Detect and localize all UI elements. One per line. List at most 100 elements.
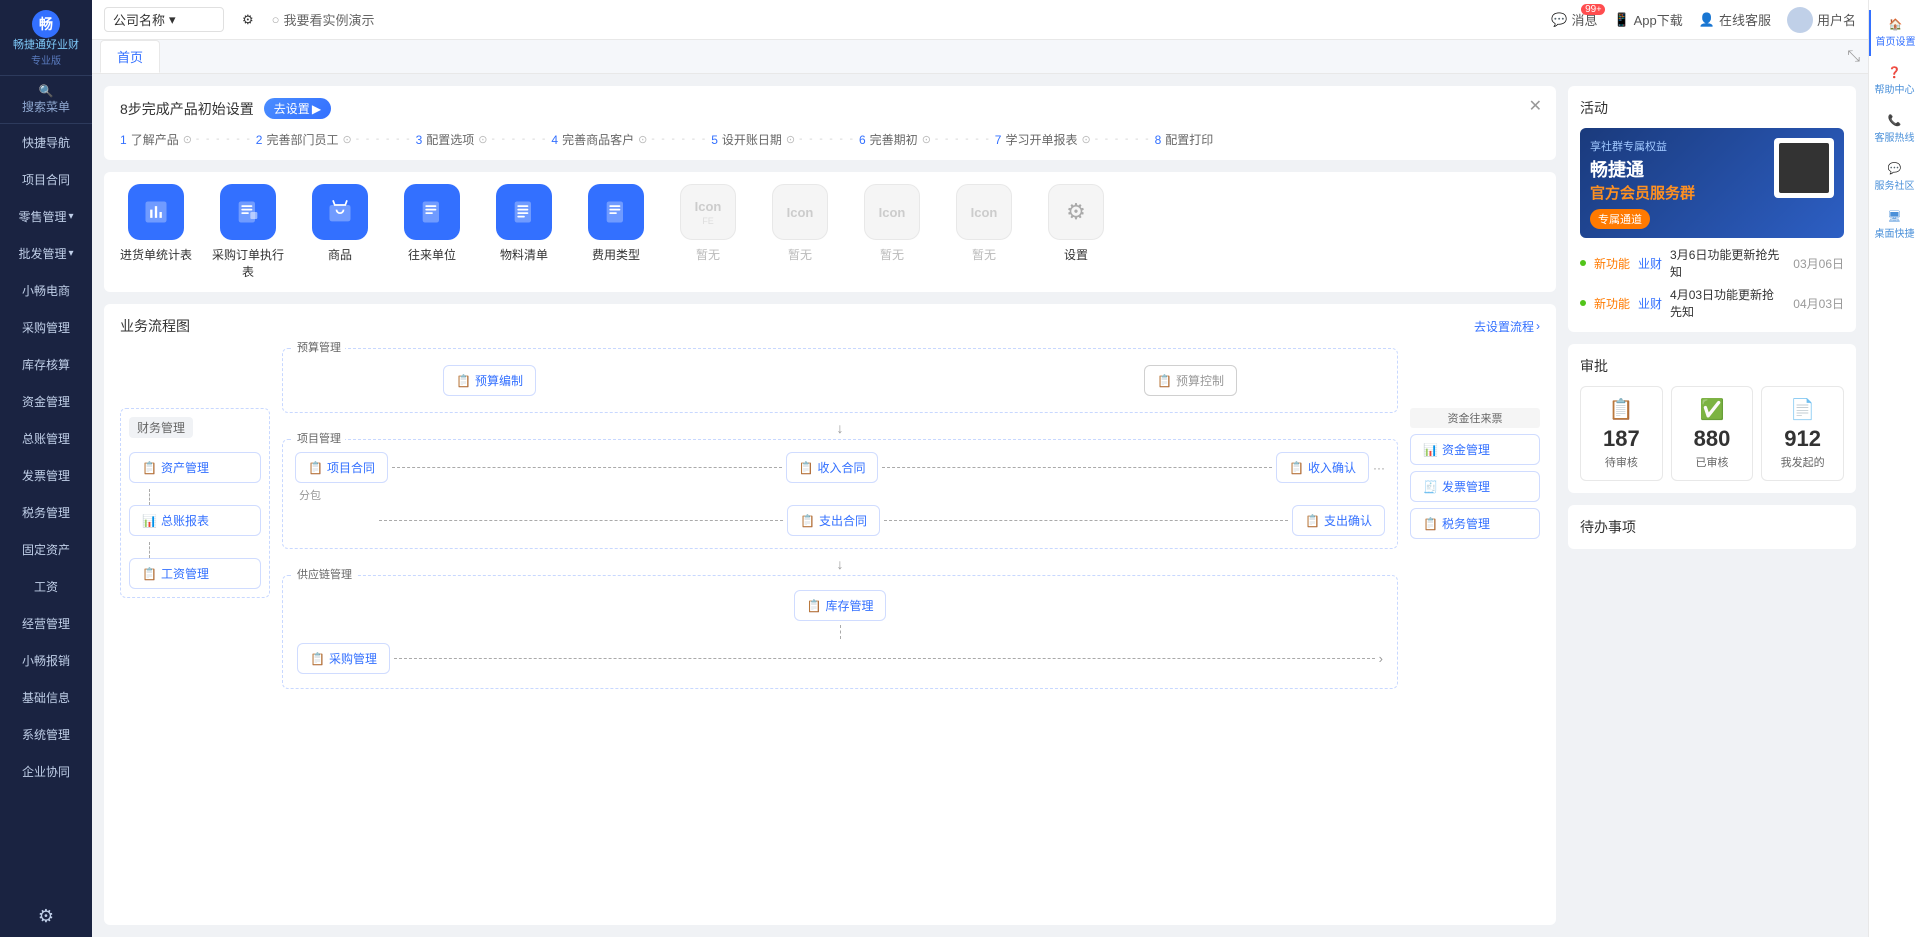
sidebar-settings-button[interactable]: ⚙ — [0, 896, 92, 937]
flow-invoice-manage[interactable]: 🧾 发票管理 — [1410, 471, 1540, 502]
icon-item-contacts[interactable]: 往来单位 — [392, 184, 472, 280]
app-download-button[interactable]: 📱 App下载 — [1613, 10, 1682, 29]
activity-list: 新功能 业财 3月6日功能更新抢先知 03月06日 新功能 业财 4月03日功能… — [1580, 246, 1844, 320]
app-logo-sub: 专业版 — [8, 52, 84, 67]
tax-flow-icon: 📋 — [1423, 517, 1438, 531]
flow-budget-make[interactable]: 📋 预算编制 — [443, 365, 536, 396]
icon-item-empty-1[interactable]: Icon FE 暂无 — [668, 184, 748, 280]
activity-dot-2 — [1580, 300, 1586, 306]
go-settings-button[interactable]: 去设置 ▶ — [264, 98, 331, 119]
sidebar-item-project[interactable]: 项目合同 — [0, 161, 92, 198]
sidebar-item-payroll[interactable]: 工资 — [0, 568, 92, 605]
sidebar-item-system[interactable]: 系统管理 — [0, 716, 92, 753]
flow-income-contract[interactable]: 📋 收入合同 — [786, 452, 879, 483]
approval-mine[interactable]: 📄 912 我发起的 — [1761, 386, 1844, 481]
right-sidebar-item-hotline[interactable]: 📞 客服热线 — [1869, 106, 1920, 152]
icon-expense-type-box — [588, 184, 644, 240]
icon-item-stock-stat[interactable]: 进货单统计表 — [116, 184, 196, 280]
invoice-label: 发票管理 — [22, 467, 70, 484]
icon-item-bom[interactable]: 物料清单 — [484, 184, 564, 280]
tab-home[interactable]: 首页 — [100, 40, 160, 73]
flow-budget-control[interactable]: 📋 预算控制 — [1144, 365, 1237, 396]
sidebar-item-inventory[interactable]: 库存核算 — [0, 346, 92, 383]
company-selector[interactable]: 公司名称 ▾ — [104, 7, 224, 32]
setup-title-area: 8步完成产品初始设置 去设置 ▶ — [120, 98, 1540, 119]
sidebar-item-tax[interactable]: 税务管理 — [0, 494, 92, 531]
step-6[interactable]: 6 完善期初 ⊙ — [859, 131, 931, 148]
system-label: 系统管理 — [22, 726, 70, 743]
flow-project-contract[interactable]: 📋 项目合同 — [295, 452, 388, 483]
right-sidebar-item-help[interactable]: ❓ 帮助中心 — [1869, 58, 1920, 104]
icon-item-empty-4[interactable]: Icon 暂无 — [944, 184, 1024, 280]
sidebar-search-label: 搜索菜单 — [6, 98, 86, 115]
step-8[interactable]: 8 配置打印 — [1155, 131, 1214, 148]
sidebar-item-retail[interactable]: 零售管理 ▾ — [0, 198, 92, 235]
step-7[interactable]: 7 学习开单报表 ⊙ — [995, 131, 1091, 148]
flow-income-confirm[interactable]: 📋 收入确认 — [1276, 452, 1369, 483]
sidebar-item-ecom[interactable]: 小畅电商 — [0, 272, 92, 309]
flow-expense-contract[interactable]: 📋 支出合同 — [787, 505, 880, 536]
finance-group-label: 财务管理 — [129, 417, 193, 438]
sidebar-item-enterprise[interactable]: 企业协同 — [0, 753, 92, 790]
icon-item-expense-type[interactable]: 费用类型 — [576, 184, 656, 280]
banner-cta-button[interactable]: 专属通道 — [1590, 209, 1650, 229]
inventory-label: 库存核算 — [22, 356, 70, 373]
sidebar-item-ledger[interactable]: 总账管理 — [0, 420, 92, 457]
flow-stock-manage[interactable]: 📋 库存管理 — [794, 590, 887, 621]
flow-purchase-manage[interactable]: 📋 采购管理 — [297, 643, 390, 674]
activity-item-1[interactable]: 新功能 业财 3月6日功能更新抢先知 03月06日 — [1580, 246, 1844, 280]
icon-item-po-exec[interactable]: 采购订单执行表 — [208, 184, 288, 280]
sidebar-item-quick-nav[interactable]: 快捷导航 — [0, 124, 92, 161]
sidebar-item-management[interactable]: 经营管理 — [0, 605, 92, 642]
flow-tax-manage[interactable]: 📋 税务管理 — [1410, 508, 1540, 539]
flow-fund-manage[interactable]: 📊 资金管理 — [1410, 434, 1540, 465]
flow-asset-manage[interactable]: 📋 资产管理 — [129, 452, 261, 483]
enterprise-label: 企业协同 — [22, 763, 70, 780]
sidebar-item-wholesale[interactable]: 批发管理 ▾ — [0, 235, 92, 272]
sidebar-item-expense[interactable]: 小畅报销 — [0, 642, 92, 679]
flow-diagram: 财务管理 📋 资产管理 📊 — [120, 348, 1540, 697]
approval-pending[interactable]: 📋 187 待审核 — [1580, 386, 1663, 481]
icon-item-empty-3[interactable]: Icon 暂无 — [852, 184, 932, 280]
online-service-button[interactable]: 👤 在线客服 — [1699, 10, 1771, 29]
flow-settings-link[interactable]: 去设置流程 › — [1474, 318, 1540, 335]
sidebar-item-invoice[interactable]: 发票管理 — [0, 457, 92, 494]
icon-empty-2-box: Icon — [772, 184, 828, 240]
sidebar-item-fund[interactable]: 资金管理 — [0, 383, 92, 420]
settings-gear-button[interactable]: ⚙ — [234, 10, 262, 30]
right-sidebar-item-community[interactable]: 💬 服务社区 — [1869, 154, 1920, 200]
demo-link[interactable]: ○ 我要看实例演示 — [272, 10, 375, 29]
fund-source-label: 资金往来票 — [1410, 408, 1540, 428]
step-3[interactable]: 3 配置选项 ⊙ — [416, 131, 488, 148]
subcontract-label: 分包 — [299, 487, 1385, 503]
sidebar-item-fixed-assets[interactable]: 固定资产 — [0, 531, 92, 568]
setup-close-button[interactable]: ✕ — [1529, 96, 1542, 116]
banner-subtitle: 官方会员服务群 — [1590, 182, 1695, 203]
activity-item-2[interactable]: 新功能 业财 4月03日功能更新抢先知 04月03日 — [1580, 286, 1844, 320]
right-sidebar-item-home[interactable]: 🏠 首页设置 — [1869, 10, 1920, 56]
approval-done[interactable]: ✅ 880 已审核 — [1671, 386, 1754, 481]
user-avatar[interactable]: 用户名 — [1787, 7, 1856, 33]
sidebar-item-basic[interactable]: 基础信息 — [0, 679, 92, 716]
activity-banner: 享社群专属权益 畅捷通 官方会员服务群 专属通道 — [1580, 128, 1844, 238]
right-sidebar-help-label: 帮助中心 — [1875, 81, 1915, 96]
icon-item-empty-2[interactable]: Icon 暂无 — [760, 184, 840, 280]
step-4[interactable]: 4 完善商品客户 ⊙ — [551, 131, 647, 148]
flow-general-report[interactable]: 📊 总账报表 — [129, 505, 261, 536]
sidebar-search[interactable]: 🔍 搜索菜单 — [0, 76, 92, 124]
step-5[interactable]: 5 设开账日期 ⊙ — [711, 131, 795, 148]
message-button[interactable]: 💬 消息 99+ — [1551, 10, 1597, 29]
right-sidebar-item-desktop[interactable]: 🖥 桌面快捷 — [1869, 202, 1920, 248]
icon-item-goods[interactable]: 商品 — [300, 184, 380, 280]
icon-item-settings[interactable]: ⚙ 设置 — [1036, 184, 1116, 280]
maximize-button[interactable]: ⤡ — [1847, 48, 1860, 66]
step-1[interactable]: 1 了解产品 ⊙ — [120, 131, 192, 148]
icon-label-empty-1: 暂无 — [696, 246, 720, 263]
sidebar-logo: 畅 畅捷通好业财 专业版 — [0, 0, 92, 76]
flow-salary-manage[interactable]: 📋 工资管理 — [129, 558, 261, 589]
icon-stock-stat-box — [128, 184, 184, 240]
step-2[interactable]: 2 完善部门员工 ⊙ — [256, 131, 352, 148]
sidebar-item-purchase[interactable]: 采购管理 — [0, 309, 92, 346]
flow-expense-confirm[interactable]: 📋 支出确认 — [1292, 505, 1385, 536]
approval-mine-label: 我发起的 — [1768, 454, 1837, 470]
